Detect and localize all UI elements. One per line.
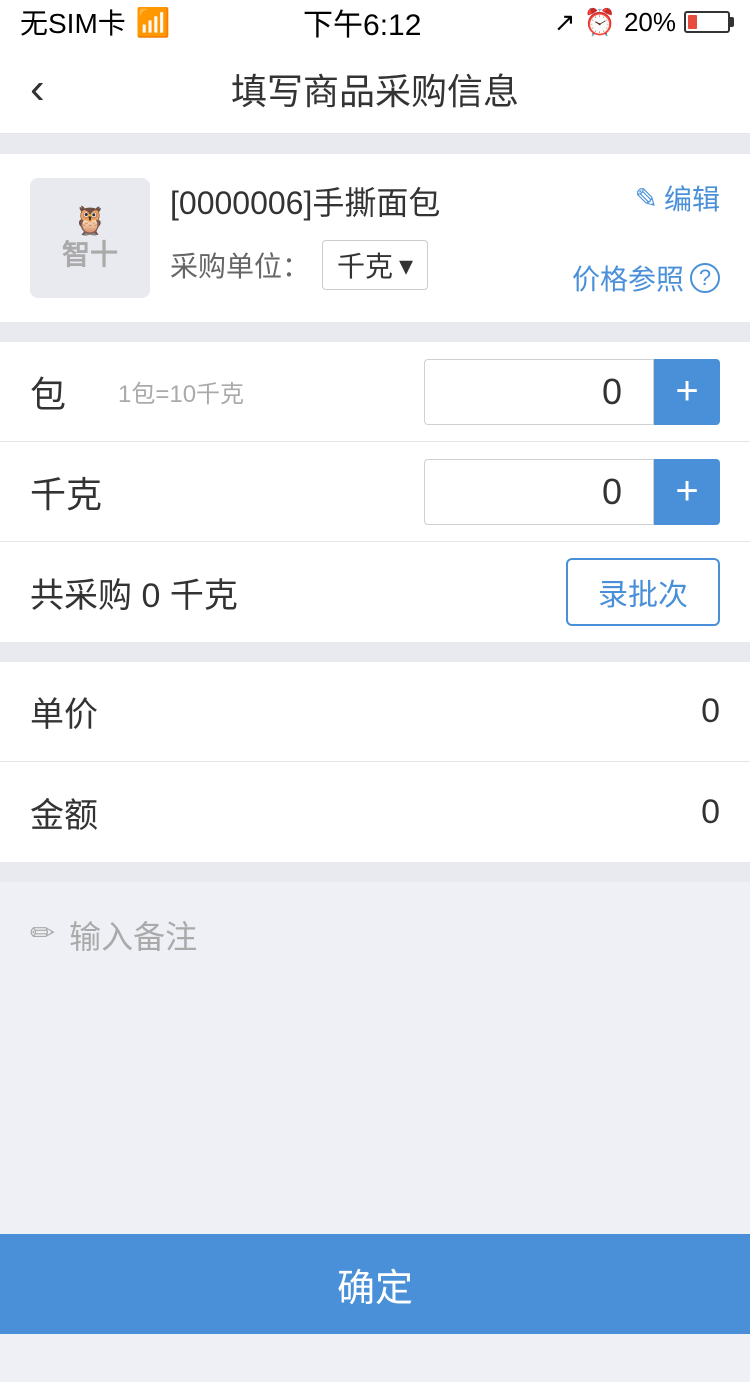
price-section: 单价 0 金额 0 <box>0 662 750 862</box>
summary-amount: 0 <box>141 577 160 615</box>
kg-label: 千克 <box>30 466 110 518</box>
nav-bar: ‹ 填写商品采购信息 <box>0 44 750 134</box>
status-left: 无SIM卡 📶 <box>20 2 171 42</box>
amount-value: 0 <box>701 793 720 832</box>
unit-price-value: 0 <box>701 692 720 731</box>
bag-plus-button[interactable]: + <box>654 359 720 425</box>
battery-fill <box>688 15 698 29</box>
bag-input-control: + <box>424 359 720 425</box>
kg-input-row: 千克 + <box>0 442 750 542</box>
summary-row: 共采购 0 千克 录批次 <box>0 542 750 642</box>
wifi-icon: 📶 <box>136 6 171 39</box>
dropdown-arrow: ▾ <box>399 249 413 282</box>
edit-button[interactable]: ✎ 编辑 <box>635 178 720 218</box>
unit-price-row: 单价 0 <box>0 662 750 762</box>
product-image: 🦉 智十 <box>30 178 150 298</box>
help-icon: ? <box>690 263 720 293</box>
product-card: 🦉 智十 [0000006]手撕面包 采购单位： 千克 ▾ ✎ 编辑 价格参照 … <box>0 154 750 322</box>
summary-unit: 千克 <box>170 577 238 615</box>
page-title: 填写商品采购信息 <box>231 63 519 115</box>
bag-sublabel: 1包=10千克 <box>118 374 424 409</box>
status-right: ↗ ⏰ 20% <box>554 7 730 38</box>
logo-line1: 🦉 <box>62 204 118 238</box>
bag-input-row: 包 1包=10千克 + <box>0 342 750 442</box>
product-code: [0000006] <box>170 185 312 221</box>
product-title: 手撕面包 <box>312 185 440 221</box>
notes-divider <box>0 862 750 882</box>
logo-line2: 智十 <box>62 238 118 272</box>
notes-placeholder: 输入备注 <box>69 912 197 958</box>
battery-text: 20% <box>624 7 676 38</box>
unit-price-label: 单价 <box>30 687 98 736</box>
status-time: 下午6:12 <box>303 0 421 44</box>
amount-row: 金额 0 <box>0 762 750 862</box>
top-divider <box>0 134 750 154</box>
summary-prefix: 共采购 <box>30 577 132 615</box>
pencil-icon: ✏ <box>30 916 55 951</box>
alarm-icon: ⏰ <box>584 7 616 38</box>
notes-section[interactable]: ✏ 输入备注 <box>0 882 750 1002</box>
input-section: 包 1包=10千克 + 千克 + <box>0 342 750 542</box>
unit-value: 千克 <box>337 245 393 285</box>
price-ref-label: 价格参照 <box>572 258 684 298</box>
price-divider <box>0 642 750 662</box>
battery-icon <box>684 11 730 33</box>
kg-input-control: + <box>424 459 720 525</box>
product-logo: 🦉 智十 <box>62 204 118 271</box>
bag-number-input[interactable] <box>424 359 654 425</box>
amount-label: 金额 <box>30 788 98 837</box>
edit-icon: ✎ <box>635 182 658 215</box>
price-ref-button[interactable]: 价格参照 ? <box>572 258 720 298</box>
unit-selector[interactable]: 千克 ▾ <box>322 240 428 290</box>
record-batch-button[interactable]: 录批次 <box>566 558 720 626</box>
carrier-text: 无SIM卡 <box>20 2 126 42</box>
mid-divider <box>0 322 750 342</box>
confirm-button[interactable]: 确定 <box>0 1234 750 1334</box>
location-icon: ↗ <box>554 7 576 38</box>
summary-text: 共采购 0 千克 <box>30 568 238 617</box>
status-bar: 无SIM卡 📶 下午6:12 ↗ ⏰ 20% <box>0 0 750 44</box>
unit-label: 采购单位： <box>170 245 310 285</box>
bag-label: 包 <box>30 366 110 418</box>
kg-plus-button[interactable]: + <box>654 459 720 525</box>
edit-label: 编辑 <box>664 178 720 218</box>
back-button[interactable]: ‹ <box>20 54 55 124</box>
kg-number-input[interactable] <box>424 459 654 525</box>
